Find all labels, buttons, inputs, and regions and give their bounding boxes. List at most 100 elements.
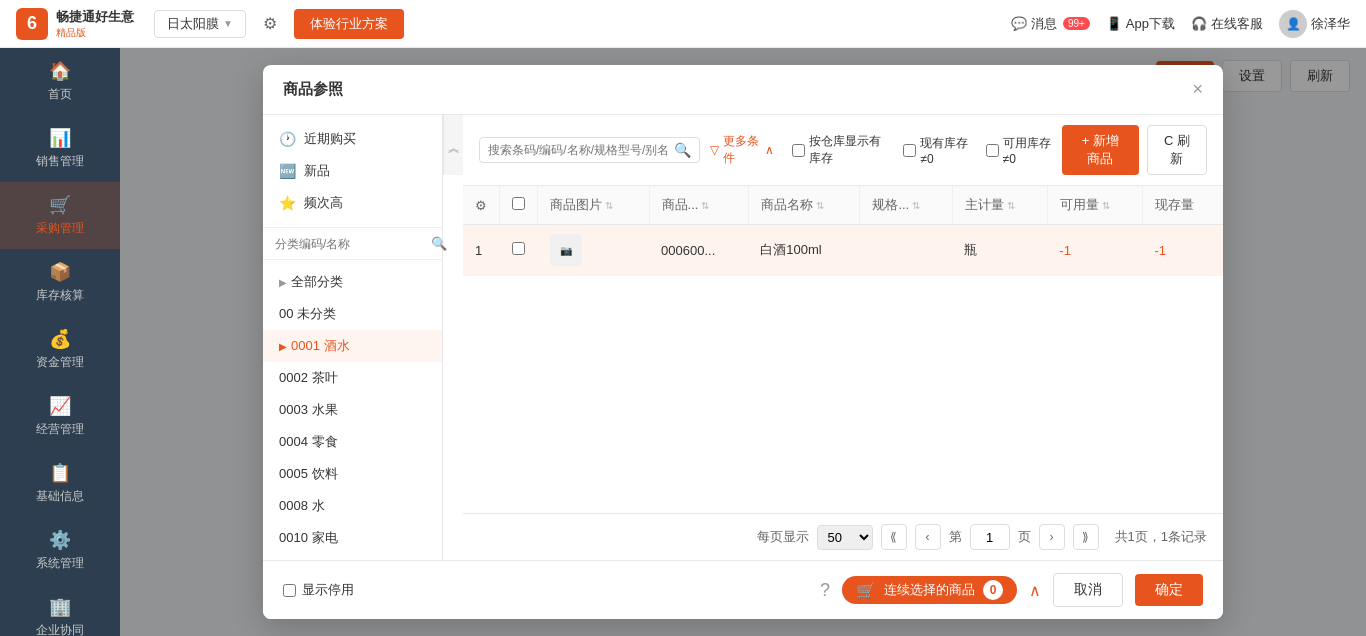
th-spec: 规格... ⇅ bbox=[860, 186, 952, 225]
new-icon: 🆕 bbox=[279, 163, 296, 179]
row-checkbox[interactable] bbox=[512, 242, 525, 255]
cat-item-0010[interactable]: 0010 家电 bbox=[263, 522, 442, 554]
nav-selector[interactable]: 日太阳膜 ▼ bbox=[154, 10, 246, 38]
th-code-sort[interactable]: 商品... ⇅ bbox=[662, 196, 736, 214]
td-name: 白酒100ml bbox=[748, 225, 860, 276]
cb-existing-stock[interactable]: 现有库存≠0 bbox=[903, 135, 969, 166]
sidebar: 🏠 首页 📊 销售管理 🛒 采购管理 📦 库存核算 💰 资金管理 📈 经营管理 … bbox=[0, 48, 120, 636]
confirm-button[interactable]: 确定 bbox=[1135, 574, 1203, 606]
cat-item-0003[interactable]: 0003 水果 bbox=[263, 394, 442, 426]
collapse-handle[interactable]: 《 bbox=[443, 115, 463, 175]
experience-button[interactable]: 体验行业方案 bbox=[294, 9, 404, 39]
category-search-icon[interactable]: 🔍 bbox=[431, 236, 447, 251]
th-image-label: 商品图片 bbox=[550, 196, 602, 214]
right-panel: 🔍 ▽ 更多条件 ∧ 按仓库显示有库存 bbox=[463, 115, 1223, 560]
cb-by-warehouse[interactable]: 按仓库显示有库存 bbox=[792, 133, 888, 167]
cb-by-warehouse-input[interactable] bbox=[792, 144, 805, 157]
modal-body: 🕐 近期购买 🆕 新品 ⭐ 频次高 bbox=[263, 115, 1223, 560]
column-settings-icon[interactable]: ⚙ bbox=[475, 198, 487, 213]
cb-available-stock-input[interactable] bbox=[986, 144, 999, 157]
category-search-bar: 🔍 bbox=[263, 228, 442, 260]
quick-label-new: 新品 bbox=[304, 162, 330, 180]
online-service-item[interactable]: 🎧 在线客服 bbox=[1191, 15, 1263, 33]
filter-more-label: 更多条件 bbox=[723, 133, 761, 167]
table-head: ⚙ 商品图片 ⇅ bbox=[463, 186, 1223, 225]
cat-item-0008[interactable]: 0008 水 bbox=[263, 490, 442, 522]
th-checkbox bbox=[500, 186, 538, 225]
th-unit-label: 主计量 bbox=[965, 196, 1004, 214]
cat-arrow-all: ▶ bbox=[279, 277, 287, 288]
sidebar-item-home[interactable]: 🏠 首页 bbox=[0, 48, 120, 115]
sidebar-item-business[interactable]: 📈 经营管理 bbox=[0, 383, 120, 450]
th-current-sort[interactable]: 现存量 bbox=[1155, 196, 1211, 214]
th-spec-sort[interactable]: 规格... ⇅ bbox=[872, 196, 939, 214]
cat-item-0002[interactable]: 0002 茶叶 bbox=[263, 362, 442, 394]
cart-area[interactable]: 🛒 连续选择的商品 0 bbox=[842, 576, 1017, 604]
sidebar-item-inventory[interactable]: 📦 库存核算 bbox=[0, 249, 120, 316]
th-name-label: 商品名称 bbox=[761, 196, 813, 214]
sidebar-item-finance[interactable]: 💰 资金管理 bbox=[0, 316, 120, 383]
filter-collapse-icon: ∧ bbox=[765, 143, 774, 157]
show-disabled-input[interactable] bbox=[283, 584, 296, 597]
quick-item-frequent[interactable]: ⭐ 频次高 bbox=[263, 187, 442, 219]
cat-item-all[interactable]: ▶ 全部分类 bbox=[263, 266, 442, 298]
quick-label-recent: 近期购买 bbox=[304, 130, 356, 148]
cat-item-0005[interactable]: 0005 饮料 bbox=[263, 458, 442, 490]
cb-existing-stock-input[interactable] bbox=[903, 144, 916, 157]
sidebar-label-basic: 基础信息 bbox=[36, 488, 84, 505]
refresh-button[interactable]: C 刷新 bbox=[1147, 125, 1207, 175]
message-label: 消息 bbox=[1031, 15, 1057, 33]
product-search-icon[interactable]: 🔍 bbox=[674, 142, 691, 158]
app-download-item[interactable]: 📱 App下载 bbox=[1106, 15, 1175, 33]
page-size-label: 每页显示 bbox=[757, 528, 809, 546]
cart-icon: 🛒 bbox=[856, 581, 876, 600]
cat-label-all: 全部分类 bbox=[291, 273, 343, 291]
cb-available-stock-label: 可用库存≠0 bbox=[1003, 135, 1052, 166]
help-icon[interactable]: ? bbox=[820, 580, 830, 601]
sort-code-icon: ⇅ bbox=[701, 200, 709, 211]
page-last-button[interactable]: ⟫ bbox=[1073, 524, 1099, 550]
filter-more-button[interactable]: ▽ 更多条件 ∧ bbox=[710, 133, 774, 167]
table-wrap: ⚙ 商品图片 ⇅ bbox=[463, 186, 1223, 513]
cat-item-0001[interactable]: ▶ 0001 酒水 bbox=[263, 330, 442, 362]
logo-text: 畅捷通好生意 精品版 bbox=[56, 8, 134, 40]
sidebar-item-purchase[interactable]: 🛒 采购管理 bbox=[0, 182, 120, 249]
table-row[interactable]: 1 📷 000600... 白酒100ml bbox=[463, 225, 1223, 276]
page-size-select[interactable]: 20 50 100 bbox=[817, 525, 873, 550]
add-product-button[interactable]: + 新增商品 bbox=[1062, 125, 1139, 175]
quick-item-new[interactable]: 🆕 新品 bbox=[263, 155, 442, 187]
quick-item-recent[interactable]: 🕐 近期购买 bbox=[263, 123, 442, 155]
message-icon: 💬 bbox=[1011, 16, 1027, 31]
nav-selector-label: 日太阳膜 bbox=[167, 15, 219, 33]
cat-item-00[interactable]: 00 未分类 bbox=[263, 298, 442, 330]
collapse-footer-icon[interactable]: ∧ bbox=[1029, 581, 1041, 600]
cat-item-0004[interactable]: 0004 零食 bbox=[263, 426, 442, 458]
cancel-button[interactable]: 取消 bbox=[1053, 573, 1123, 607]
modal-close-button[interactable]: × bbox=[1192, 79, 1203, 100]
modal-header: 商品参照 × bbox=[263, 65, 1223, 115]
settings-icon[interactable]: ⚙ bbox=[254, 8, 286, 40]
page-first-button[interactable]: ⟪ bbox=[881, 524, 907, 550]
home-icon: 🏠 bbox=[49, 60, 71, 82]
cart-text: 连续选择的商品 bbox=[884, 581, 975, 599]
th-name-sort[interactable]: 商品名称 ⇅ bbox=[761, 196, 848, 214]
page-next-button[interactable]: › bbox=[1039, 524, 1065, 550]
show-disabled-checkbox[interactable]: 显示停用 bbox=[283, 581, 354, 599]
product-search-input[interactable] bbox=[488, 143, 668, 157]
cat-label-0008: 0008 水 bbox=[279, 497, 325, 515]
th-image-sort[interactable]: 商品图片 ⇅ bbox=[550, 196, 637, 214]
page-prev-button[interactable]: ‹ bbox=[915, 524, 941, 550]
sidebar-item-sales[interactable]: 📊 销售管理 bbox=[0, 115, 120, 182]
messages-item[interactable]: 💬 消息 99+ bbox=[1011, 15, 1090, 33]
user-item[interactable]: 👤 徐泽华 bbox=[1279, 10, 1350, 38]
cb-available-stock[interactable]: 可用库存≠0 bbox=[986, 135, 1052, 166]
category-search-input[interactable] bbox=[275, 237, 425, 251]
page-number-input[interactable] bbox=[970, 524, 1010, 550]
select-all-checkbox[interactable] bbox=[512, 197, 525, 210]
sidebar-item-basic[interactable]: 📋 基础信息 bbox=[0, 450, 120, 517]
sidebar-item-system[interactable]: ⚙️ 系统管理 bbox=[0, 517, 120, 584]
sidebar-label-business: 经营管理 bbox=[36, 421, 84, 438]
th-available-sort[interactable]: 可用量 ⇅ bbox=[1060, 196, 1130, 214]
sidebar-item-enterprise[interactable]: 🏢 企业协同 bbox=[0, 584, 120, 636]
th-unit-sort[interactable]: 主计量 ⇅ bbox=[965, 196, 1035, 214]
